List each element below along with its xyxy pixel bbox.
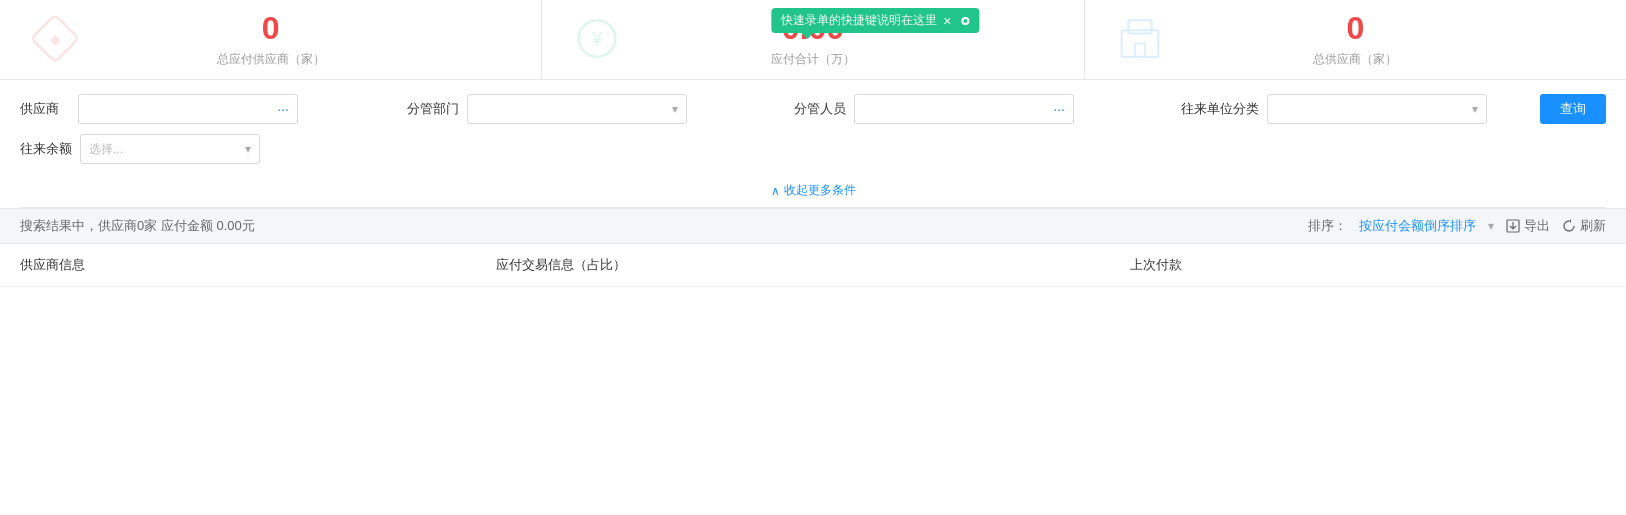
top-stats-bar: ◈ 0 总应付供应商（家） ¥ 0.00 应付合计（万） 快速录单的快捷键说明在…: [0, 0, 1626, 80]
person-label: 分管人员: [794, 100, 846, 118]
supplier-label: 供应商: [20, 100, 70, 118]
balance-placeholder: 选择...: [89, 141, 123, 158]
diamond-icon: ◈: [30, 13, 80, 66]
supplier-field: 供应商 ···: [20, 94, 367, 124]
svg-rect-6: [1135, 43, 1145, 56]
person-field: 分管人员 ···: [794, 94, 1141, 124]
dept-input[interactable]: ▾: [467, 94, 687, 124]
unit-class-arrow: ▾: [1472, 102, 1478, 116]
tooltip-dot: [962, 17, 970, 25]
col-payment-header: 上次付款: [1130, 256, 1606, 274]
balance-select[interactable]: 选择... ▾: [80, 134, 260, 164]
export-icon: [1506, 219, 1520, 233]
collapse-icon: ∧: [771, 184, 780, 198]
search-row-1: 供应商 ··· 分管部门 ▾ 分管人员 ···: [20, 94, 1606, 124]
tooltip-text: 快速录单的快捷键说明在这里: [781, 12, 937, 29]
sort-value-btn[interactable]: 按应付会额倒序排序: [1359, 217, 1476, 235]
export-label: 导出: [1524, 217, 1550, 235]
unit-class-field: 往来单位分类 ▾: [1181, 94, 1528, 124]
query-button[interactable]: 查询: [1540, 94, 1606, 124]
result-actions: 排序： 按应付会额倒序排序 ▾ 导出 刷新: [1308, 217, 1606, 235]
payable-amount-label: 应付合计（万）: [771, 51, 855, 68]
sort-label: 排序：: [1308, 217, 1347, 235]
stat-payable-amount: ¥ 0.00 应付合计（万） 快速录单的快捷键说明在这里 ×: [542, 0, 1084, 79]
svg-text:¥: ¥: [591, 28, 603, 49]
result-bar: 搜索结果中，供应商0家 应付金额 0.00元 排序： 按应付会额倒序排序 ▾ 导…: [0, 209, 1626, 244]
sort-arrow[interactable]: ▾: [1488, 219, 1494, 233]
shortcut-tooltip: 快速录单的快捷键说明在这里 ×: [771, 8, 979, 33]
collapse-label: 收起更多条件: [784, 182, 856, 199]
payable-suppliers-count: 0: [262, 11, 280, 46]
dept-field: 分管部门 ▾: [407, 94, 754, 124]
unit-class-input[interactable]: ▾: [1267, 94, 1487, 124]
table-body: [0, 287, 1626, 515]
payable-suppliers-label: 总应付供应商（家）: [217, 51, 325, 68]
tooltip-close-button[interactable]: ×: [943, 14, 951, 28]
collapse-bar: ∧ 收起更多条件: [20, 174, 1606, 208]
col-supplier-header: 供应商信息: [20, 256, 496, 274]
total-suppliers-label: 总供应商（家）: [1313, 51, 1397, 68]
dept-arrow: ▾: [672, 102, 678, 116]
refresh-icon: [1562, 219, 1576, 233]
search-panel: 供应商 ··· 分管部门 ▾ 分管人员 ···: [0, 80, 1626, 209]
svg-text:◈: ◈: [49, 31, 61, 46]
coin-icon: ¥: [572, 13, 622, 66]
total-suppliers-count: 0: [1346, 11, 1364, 46]
refresh-button[interactable]: 刷新: [1562, 217, 1606, 235]
unit-class-label: 往来单位分类: [1181, 100, 1259, 118]
export-button[interactable]: 导出: [1506, 217, 1550, 235]
stat-payable-suppliers: ◈ 0 总应付供应商（家）: [0, 0, 542, 79]
result-info: 搜索结果中，供应商0家 应付金额 0.00元: [20, 217, 255, 235]
collapse-button[interactable]: ∧ 收起更多条件: [771, 182, 856, 199]
balance-arrow: ▾: [245, 142, 251, 156]
table-header: 供应商信息 应付交易信息（占比） 上次付款: [0, 244, 1626, 287]
supplier-input[interactable]: ···: [78, 94, 298, 124]
svg-rect-5: [1128, 20, 1151, 33]
refresh-label: 刷新: [1580, 217, 1606, 235]
balance-label: 往来余额: [20, 140, 72, 158]
stat-total-suppliers: 0 总供应商（家）: [1085, 0, 1626, 79]
supplier-ellipsis-btn[interactable]: ···: [277, 101, 289, 117]
building-icon: [1115, 13, 1165, 66]
dept-label: 分管部门: [407, 100, 459, 118]
col-transaction-header: 应付交易信息（占比）: [496, 256, 1130, 274]
person-ellipsis-btn[interactable]: ···: [1053, 101, 1065, 117]
search-row-2: 往来余额 选择... ▾: [20, 134, 1606, 164]
person-input[interactable]: ···: [854, 94, 1074, 124]
